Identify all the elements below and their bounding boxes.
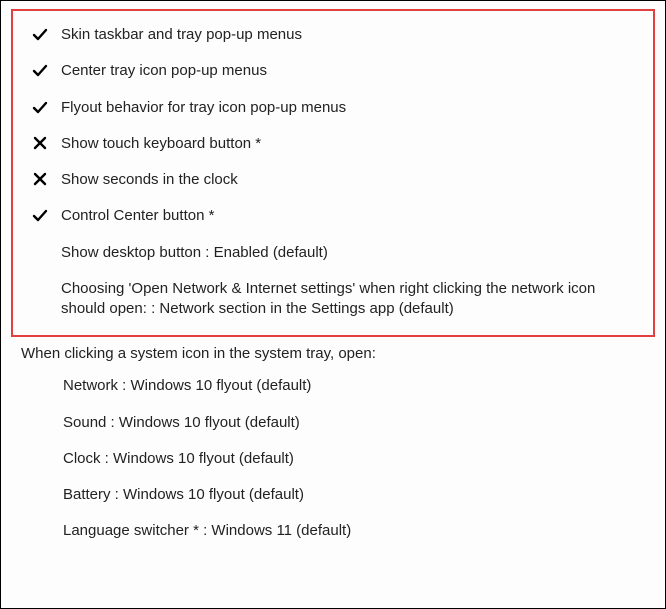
option-label: Control Center button * bbox=[61, 206, 637, 226]
option-label: Center tray icon pop-up menus bbox=[61, 61, 637, 81]
sub-option-row[interactable]: Sound : Windows 10 flyout (default) bbox=[63, 413, 645, 433]
cross-icon bbox=[29, 172, 51, 186]
option-row[interactable]: Show touch keyboard button * bbox=[29, 134, 637, 154]
option-row[interactable]: Center tray icon pop-up menus bbox=[29, 61, 637, 81]
check-icon bbox=[29, 208, 51, 224]
option-row[interactable]: Show seconds in the clock bbox=[29, 170, 637, 190]
sub-option-label: Battery : Windows 10 flyout (default) bbox=[63, 485, 645, 505]
sub-option-row[interactable]: Language switcher * : Windows 11 (defaul… bbox=[63, 521, 645, 541]
option-row[interactable]: Control Center button * bbox=[29, 206, 637, 226]
option-row[interactable]: Show desktop button : Enabled (default) bbox=[29, 243, 637, 263]
option-label: Choosing 'Open Network & Internet settin… bbox=[61, 279, 637, 320]
sub-option-row[interactable]: Battery : Windows 10 flyout (default) bbox=[63, 485, 645, 505]
sub-option-label: Sound : Windows 10 flyout (default) bbox=[63, 413, 645, 433]
sub-option-row[interactable]: Network : Windows 10 flyout (default) bbox=[63, 376, 645, 396]
option-row[interactable]: Flyout behavior for tray icon pop-up men… bbox=[29, 98, 637, 118]
check-icon bbox=[29, 63, 51, 79]
sub-option-label: Language switcher * : Windows 11 (defaul… bbox=[63, 521, 645, 541]
system-tray-icon-options: Network : Windows 10 flyout (default) So… bbox=[63, 376, 645, 541]
option-label: Show desktop button : Enabled (default) bbox=[61, 243, 637, 263]
option-label: Show touch keyboard button * bbox=[61, 134, 637, 154]
sub-option-label: Network : Windows 10 flyout (default) bbox=[63, 376, 645, 396]
sub-option-row[interactable]: Clock : Windows 10 flyout (default) bbox=[63, 449, 645, 469]
sub-option-label: Clock : Windows 10 flyout (default) bbox=[63, 449, 645, 469]
cross-icon bbox=[29, 136, 51, 150]
option-label: Flyout behavior for tray icon pop-up men… bbox=[61, 98, 637, 118]
option-row[interactable]: Choosing 'Open Network & Internet settin… bbox=[29, 279, 637, 320]
section-heading: When clicking a system icon in the syste… bbox=[21, 345, 645, 362]
option-row[interactable]: Skin taskbar and tray pop-up menus bbox=[29, 25, 637, 45]
check-icon bbox=[29, 27, 51, 43]
option-label: Show seconds in the clock bbox=[61, 170, 637, 190]
highlighted-settings-group: Skin taskbar and tray pop-up menus Cente… bbox=[11, 9, 655, 337]
check-icon bbox=[29, 100, 51, 116]
option-label: Skin taskbar and tray pop-up menus bbox=[61, 25, 637, 45]
